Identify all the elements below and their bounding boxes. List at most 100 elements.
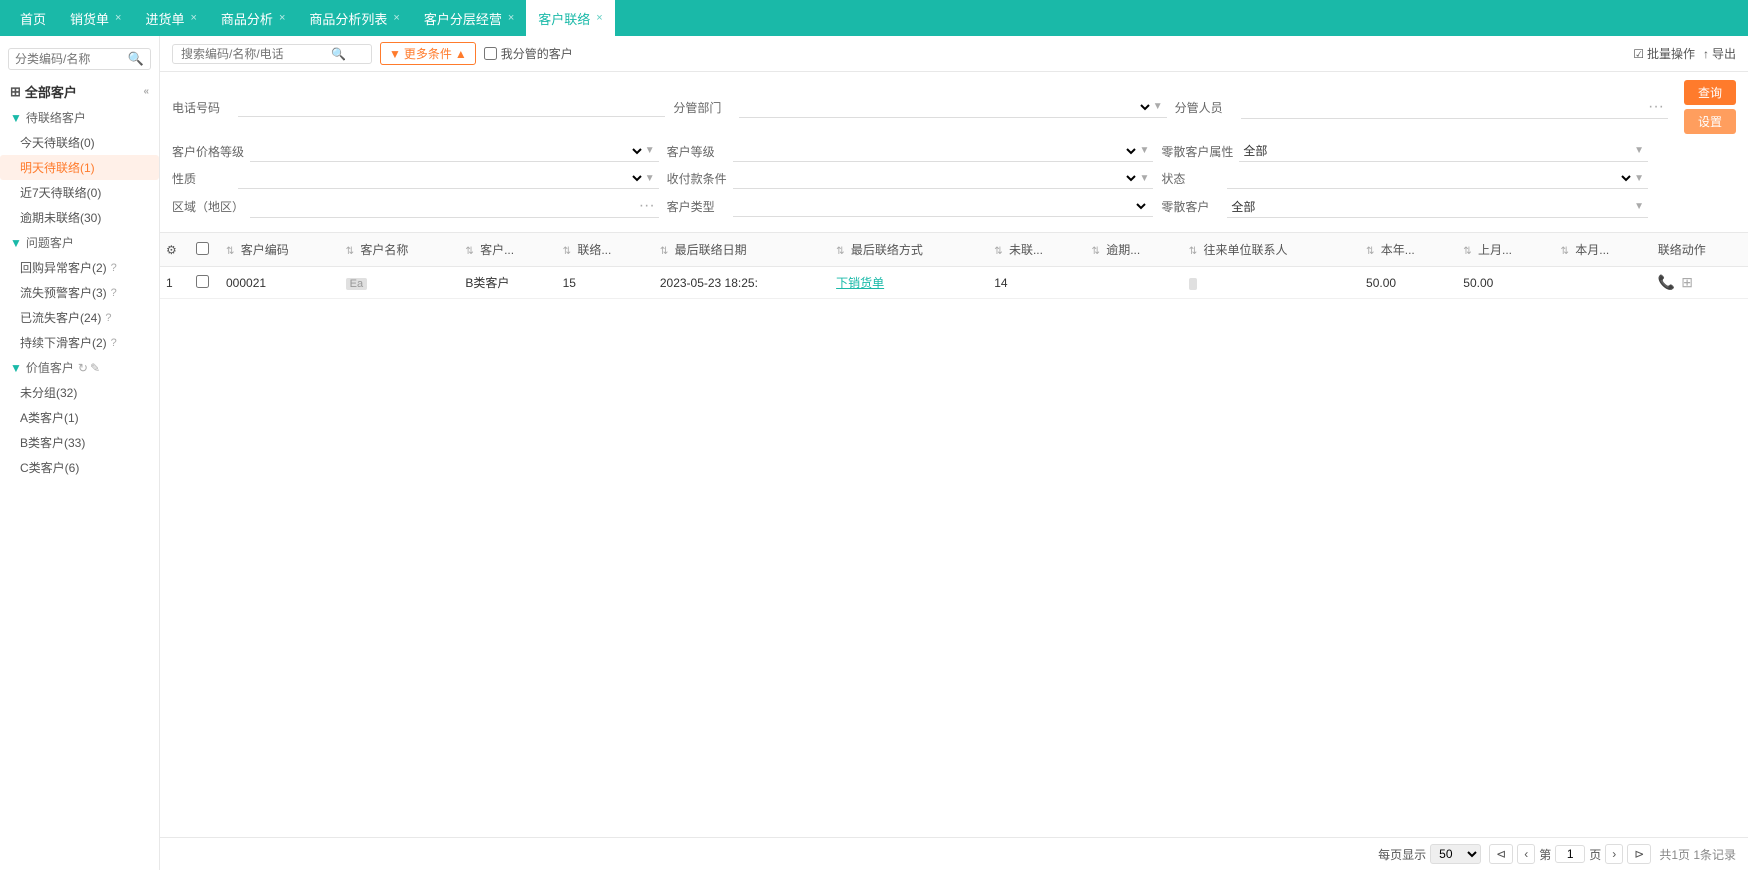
sidebar-value-section[interactable]: ▼ 价值客户 ↻ ✎	[0, 355, 159, 380]
region-more-icon[interactable]: ···	[639, 197, 655, 215]
status-select[interactable]	[1231, 170, 1634, 186]
sidebar-item-class-c[interactable]: C类客户(6)	[0, 455, 159, 480]
cell-this-month	[1555, 267, 1652, 299]
nav-item-customer-contact[interactable]: 客户联络 ×	[526, 0, 614, 36]
price-level-input[interactable]: ▼	[250, 141, 659, 162]
batch-op-btn[interactable]: ☑ 批量操作	[1633, 45, 1695, 62]
prev-page-btn[interactable]: ‹	[1517, 844, 1535, 864]
col-this-month[interactable]: ⇅ 本月...	[1555, 233, 1652, 267]
col-settings[interactable]: ⚙	[160, 233, 190, 267]
payment-select[interactable]	[737, 170, 1140, 186]
next-page-btn[interactable]: ›	[1605, 844, 1623, 864]
col-overdue[interactable]: ⇅ 逾期...	[1085, 233, 1182, 267]
phone-action-icon[interactable]: 📞	[1658, 274, 1675, 291]
close-customer-tier-icon[interactable]: ×	[508, 12, 514, 24]
nav-item-customer-tier[interactable]: 客户分层经营 ×	[412, 0, 526, 36]
nav-item-sales[interactable]: 销货单 ×	[58, 0, 133, 36]
col-customer-code[interactable]: ⇅ 客户编码	[220, 233, 340, 267]
close-analysis-icon[interactable]: ×	[279, 12, 285, 24]
close-analysis-list-icon[interactable]: ×	[393, 12, 399, 24]
contact-method-link[interactable]: 下销货单	[836, 276, 884, 290]
page-unit: 页	[1589, 846, 1601, 863]
phone-text-input[interactable]	[242, 100, 661, 114]
customer-type-input[interactable]	[733, 196, 1154, 217]
col-customer-name[interactable]: ⇅ 客户名称	[340, 233, 460, 267]
payment-input[interactable]: ▼	[733, 168, 1154, 189]
col-uncontacted[interactable]: ⇅ 未联...	[988, 233, 1085, 267]
col-last-contact-date[interactable]: ⇅ 最后联络日期	[654, 233, 830, 267]
close-sales-icon[interactable]: ×	[115, 12, 121, 24]
sidebar-item-tomorrow-pending[interactable]: 明天待联络(1)	[0, 155, 159, 180]
col-contact-person[interactable]: ⇅ 往来单位联系人	[1183, 233, 1360, 267]
person-input[interactable]: ···	[1241, 96, 1668, 119]
col-this-year[interactable]: ⇅ 本年...	[1360, 233, 1457, 267]
sidebar-item-declining[interactable]: 持续下滑客户(2) ?	[0, 330, 159, 355]
phone-input[interactable]	[238, 98, 665, 117]
nature-input[interactable]: ▼	[238, 168, 659, 189]
sidebar-item-ungrouped[interactable]: 未分组(32)	[0, 380, 159, 405]
col-last-contact-method[interactable]: ⇅ 最后联络方式	[830, 233, 988, 267]
my-customers-check[interactable]	[484, 47, 497, 60]
reset-button[interactable]: 设置	[1684, 109, 1736, 134]
customer-level-select[interactable]	[737, 143, 1140, 159]
nav-item-analysis[interactable]: 商品分析 ×	[209, 0, 297, 36]
my-customers-checkbox[interactable]: 我分管的客户	[484, 45, 573, 62]
sidebar: 🔍 ⊞ 全部客户 « ▼ 待联络客户 今天待联络(0) 明天待联络(1) 近7天…	[0, 36, 160, 870]
dept-select[interactable]	[743, 99, 1152, 115]
sidebar-search-box[interactable]: 🔍	[8, 48, 151, 70]
sidebar-item-abnormal-repurchase[interactable]: 回购异常客户(2) ?	[0, 255, 159, 280]
sidebar-item-class-b[interactable]: B类客户(33)	[0, 430, 159, 455]
main-search-box[interactable]: 🔍	[172, 44, 372, 64]
sidebar-all-customers[interactable]: ⊞ 全部客户 «	[0, 78, 159, 105]
region-input[interactable]: ···	[250, 195, 659, 218]
sidebar-item-overdue-pending[interactable]: 逾期未联络(30)	[0, 205, 159, 230]
main-search-input[interactable]	[181, 47, 331, 61]
row-checkbox[interactable]	[196, 275, 209, 288]
cell-checkbox[interactable]	[190, 267, 220, 299]
more-conditions-btn[interactable]: ▼ 更多条件 ▲	[380, 42, 476, 65]
customer-level-input[interactable]: ▼	[733, 141, 1154, 162]
sidebar-item-churn-warning[interactable]: 流失预警客户(3) ?	[0, 280, 159, 305]
sidebar-problem-section[interactable]: ▼ 问题客户	[0, 230, 159, 255]
col-contact-count[interactable]: ⇅ 联络...	[557, 233, 654, 267]
price-level-select[interactable]	[254, 143, 645, 159]
person-more-icon[interactable]: ···	[1648, 98, 1664, 116]
refresh-icon[interactable]: ↻	[78, 361, 88, 375]
select-all-checkbox[interactable]	[196, 242, 209, 255]
sort-icon-year: ⇅	[1366, 246, 1374, 257]
edit-icon[interactable]: ✎	[90, 361, 100, 375]
sidebar-item-7days-pending[interactable]: 近7天待联络(0)	[0, 180, 159, 205]
col-contact-action[interactable]: 联络动作	[1652, 233, 1748, 267]
sidebar-search-input[interactable]	[15, 52, 128, 66]
grid-action-icon[interactable]: ⊞	[1681, 274, 1693, 291]
col-checkbox[interactable]	[190, 233, 220, 267]
customer-type-select[interactable]	[737, 198, 1150, 214]
nav-item-purchase[interactable]: 进货单 ×	[133, 0, 208, 36]
first-page-btn[interactable]: ⊲	[1489, 844, 1513, 864]
sidebar-item-today-pending[interactable]: 今天待联络(0)	[0, 130, 159, 155]
export-btn[interactable]: ↑ 导出	[1703, 45, 1736, 62]
retail-attr-input[interactable]: 全部 ▼	[1239, 140, 1648, 162]
sidebar-pending-section[interactable]: ▼ 待联络客户	[0, 105, 159, 130]
close-customer-contact-icon[interactable]: ×	[596, 12, 602, 24]
settings-icon[interactable]: ⚙	[166, 243, 177, 257]
sidebar-item-churned[interactable]: 已流失客户(24) ?	[0, 305, 159, 330]
status-input[interactable]: ▼	[1227, 168, 1648, 189]
close-purchase-icon[interactable]: ×	[190, 12, 196, 24]
nav-item-analysis-list[interactable]: 商品分析列表 ×	[297, 0, 411, 36]
person-text-input[interactable]	[1245, 100, 1648, 114]
nature-select[interactable]	[242, 170, 645, 186]
region-text-input[interactable]	[254, 199, 639, 213]
per-page-select[interactable]: 10 20 50 100	[1430, 844, 1481, 864]
col-customer-type[interactable]: ⇅ 客户...	[459, 233, 556, 267]
page-number-input[interactable]	[1555, 845, 1585, 863]
payment-label: 收付款条件	[667, 170, 727, 187]
col-last-month[interactable]: ⇅ 上月...	[1457, 233, 1554, 267]
query-button[interactable]: 查询	[1684, 80, 1736, 105]
sidebar-item-class-a[interactable]: A类客户(1)	[0, 405, 159, 430]
nav-item-home[interactable]: 首页	[8, 0, 58, 36]
dept-input[interactable]: ▼	[739, 97, 1166, 118]
last-page-btn[interactable]: ⊳	[1627, 844, 1651, 864]
cell-last-contact-method[interactable]: 下销货单	[830, 267, 988, 299]
retail-customer-input[interactable]: 全部 ▼	[1227, 196, 1648, 218]
